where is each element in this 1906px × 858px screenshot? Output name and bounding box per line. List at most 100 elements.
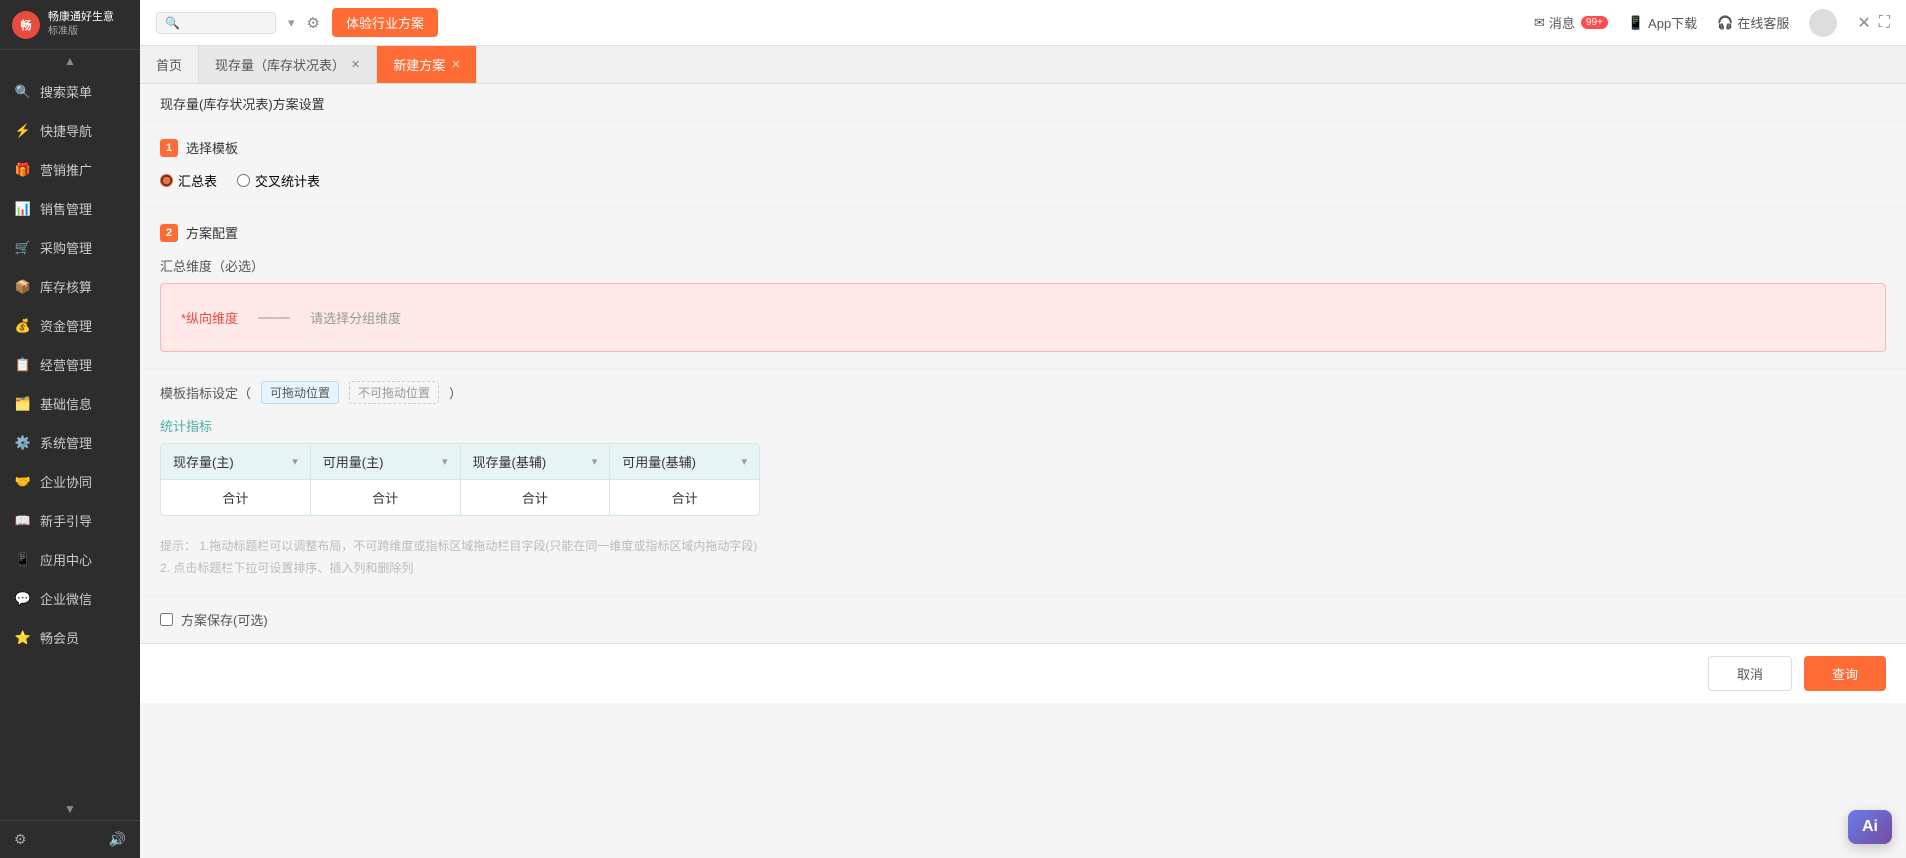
template-radio-group: 汇总表 交叉统计表 <box>160 171 1886 190</box>
sidebar-item-apps[interactable]: 📱 应用中心 <box>0 540 140 579</box>
save-checkbox-label[interactable]: 方案保存(可选) <box>181 610 268 629</box>
sidebar-item-wechat[interactable]: 💬 企业微信 <box>0 579 140 618</box>
topbar-search-box[interactable]: 🔍 <box>156 12 276 34</box>
sidebar-item-purchase[interactable]: 🛒 采购管理 <box>0 228 140 267</box>
draggable-position-indicator: 可拖动位置 <box>261 381 339 404</box>
app-icon: 📱 <box>1628 15 1644 31</box>
sidebar: 畅 畅康通好生意 标准版 ▲ 🔍 搜索菜单 ⚡ 快捷导航 🎁 营销推广 📊 销售… <box>0 0 140 858</box>
template-indicators-row: 模板指标设定（ 可拖动位置 不可拖动位置 ） <box>140 369 1906 404</box>
tab-inventory-close[interactable]: ✕ <box>351 58 360 71</box>
management-icon: 📋 <box>14 356 32 374</box>
action-bar: 取消 查询 <box>140 643 1906 703</box>
tab-home[interactable]: 首页 <box>140 46 199 83</box>
window-actions: ✕ ⛶ <box>1857 13 1890 33</box>
step2-title: 2 方案配置 <box>160 223 1886 242</box>
stats-label: 统计指标 <box>160 416 1886 435</box>
stats-data-row: 合计 合计 合计 合计 <box>161 479 759 515</box>
sidebar-scroll-down[interactable]: ▼ <box>0 798 140 820</box>
step1-title: 1 选择模板 <box>160 138 1886 157</box>
sidebar-item-system[interactable]: ⚙️ 系统管理 <box>0 423 140 462</box>
sidebar-item-guide[interactable]: 📖 新手引导 <box>0 501 140 540</box>
search-input[interactable] <box>184 16 264 30</box>
user-avatar[interactable] <box>1809 9 1837 37</box>
expand-window-icon[interactable]: ⛶ <box>1879 14 1890 32</box>
sidebar-item-inventory[interactable]: 📦 库存核算 <box>0 267 140 306</box>
step1-section: 1 选择模板 汇总表 交叉统计表 <box>140 122 1906 207</box>
stats-header-col-2[interactable]: 现存量(基辅) ▾ <box>461 444 611 479</box>
sidebar-bottom: ⚙ 🔊 <box>0 820 140 858</box>
speaker-icon[interactable]: 🔊 <box>109 831 126 848</box>
content-area: 现存量(库存状况表)方案设置 1 选择模板 汇总表 交叉统计表 <box>140 84 1906 858</box>
brand-logo: 畅 <box>12 11 40 39</box>
message-icon: ✉ <box>1534 15 1545 31</box>
dimension-placeholder: 请选择分组维度 <box>310 308 401 327</box>
system-icon: ⚙️ <box>14 434 32 452</box>
step2-section: 2 方案配置 汇总维度（必选） *纵向维度 —— 请选择分组维度 <box>140 207 1906 369</box>
topbar-right: ✉ 消息 99+ 📱 App下载 🎧 在线客服 ✕ ⛶ <box>1534 9 1890 37</box>
sidebar-item-management[interactable]: 📋 经营管理 <box>0 345 140 384</box>
topbar-dropdown-chevron[interactable]: ▾ <box>288 15 295 31</box>
close-window-icon[interactable]: ✕ <box>1857 13 1870 33</box>
col3-chevron-icon: ▾ <box>741 455 747 468</box>
non-draggable-position-indicator: 不可拖动位置 <box>349 381 439 404</box>
query-button[interactable]: 查询 <box>1804 656 1886 691</box>
stats-header-row: 现存量(主) ▾ 可用量(主) ▾ 现存量(基辅) ▾ 可用量(基辅) ▾ <box>161 444 759 479</box>
brand-text: 畅康通好生意 标准版 <box>48 10 114 39</box>
stats-section: 统计指标 现存量(主) ▾ 可用量(主) ▾ 现存量(基辅) ▾ <box>140 404 1906 528</box>
dimension-box: *纵向维度 —— 请选择分组维度 <box>160 283 1886 352</box>
shortcut-icon: ⚡ <box>14 122 32 140</box>
tab-inventory[interactable]: 现存量（库存状况表） ✕ <box>199 46 377 83</box>
sidebar-item-shortcut[interactable]: ⚡ 快捷导航 <box>0 111 140 150</box>
radio-summary[interactable]: 汇总表 <box>160 171 217 190</box>
guide-icon: 📖 <box>14 512 32 530</box>
sidebar-item-basic[interactable]: 🗂️ 基础信息 <box>0 384 140 423</box>
purchase-icon: 🛒 <box>14 239 32 257</box>
marketing-icon: 🎁 <box>14 161 32 179</box>
stats-data-col-3: 合计 <box>610 480 759 515</box>
ai-float-button[interactable]: Ai <box>1848 810 1892 844</box>
inventory-icon: 📦 <box>14 278 32 296</box>
sidebar-item-finance[interactable]: 💰 资金管理 <box>0 306 140 345</box>
radio-cross-input[interactable] <box>237 174 250 187</box>
radio-summary-input[interactable] <box>160 174 173 187</box>
online-service-button[interactable]: 🎧 在线客服 <box>1717 13 1789 32</box>
sidebar-item-cooperation[interactable]: 🤝 企业协同 <box>0 462 140 501</box>
stats-data-col-0: 合计 <box>161 480 311 515</box>
sidebar-item-marketing[interactable]: 🎁 营销推广 <box>0 150 140 189</box>
finance-icon: 💰 <box>14 317 32 335</box>
stats-header-col-1[interactable]: 可用量(主) ▾ <box>311 444 461 479</box>
footer-save-area: 方案保存(可选) <box>140 595 1906 643</box>
sidebar-item-sales[interactable]: 📊 销售管理 <box>0 189 140 228</box>
stats-header-col-0[interactable]: 现存量(主) ▾ <box>161 444 311 479</box>
tab-new-scheme-close[interactable]: ✕ <box>451 58 460 71</box>
tab-new-scheme[interactable]: 新建方案 ✕ <box>377 46 477 83</box>
sidebar-nav: 🔍 搜索菜单 ⚡ 快捷导航 🎁 营销推广 📊 销售管理 🛒 采购管理 📦 库存核… <box>0 72 140 798</box>
save-checkbox[interactable] <box>160 613 173 626</box>
stats-data-col-2: 合计 <box>461 480 611 515</box>
stats-header-col-3[interactable]: 可用量(基辅) ▾ <box>610 444 759 479</box>
step1-badge: 1 <box>160 139 178 157</box>
cooperation-icon: 🤝 <box>14 473 32 491</box>
basic-icon: 🗂️ <box>14 395 32 413</box>
cancel-button[interactable]: 取消 <box>1708 656 1792 691</box>
settings-icon[interactable]: ⚙ <box>14 831 27 848</box>
sales-icon: 📊 <box>14 200 32 218</box>
search-input-icon: 🔍 <box>165 16 180 30</box>
page-header: 现存量(库存状况表)方案设置 <box>140 84 1906 122</box>
trial-industry-button[interactable]: 体验行业方案 <box>332 8 438 37</box>
message-button[interactable]: ✉ 消息 99+ <box>1534 13 1608 32</box>
sidebar-item-member[interactable]: ⭐ 畅会员 <box>0 618 140 657</box>
stats-table: 现存量(主) ▾ 可用量(主) ▾ 现存量(基辅) ▾ 可用量(基辅) ▾ <box>160 443 760 516</box>
radio-cross[interactable]: 交叉统计表 <box>237 171 320 190</box>
app-download-button[interactable]: 📱 App下载 <box>1628 13 1697 32</box>
member-icon: ⭐ <box>14 629 32 647</box>
col1-chevron-icon: ▾ <box>442 455 448 468</box>
brand-area: 畅 畅康通好生意 标准版 <box>0 0 140 50</box>
sidebar-scroll-up[interactable]: ▲ <box>0 50 140 72</box>
main-area: 🔍 ▾ ⚙ 体验行业方案 ✉ 消息 99+ 📱 App下载 🎧 在线客服 ✕ <box>140 0 1906 858</box>
topbar-gear-icon[interactable]: ⚙ <box>307 14 320 32</box>
tips-section: 提示： 1.拖动标题栏可以调整布局，不可跨维度或指标区域拖动栏目字段(只能在同一… <box>140 528 1906 595</box>
message-badge: 99+ <box>1581 16 1608 29</box>
search-icon: 🔍 <box>14 83 32 101</box>
sidebar-item-search[interactable]: 🔍 搜索菜单 <box>0 72 140 111</box>
